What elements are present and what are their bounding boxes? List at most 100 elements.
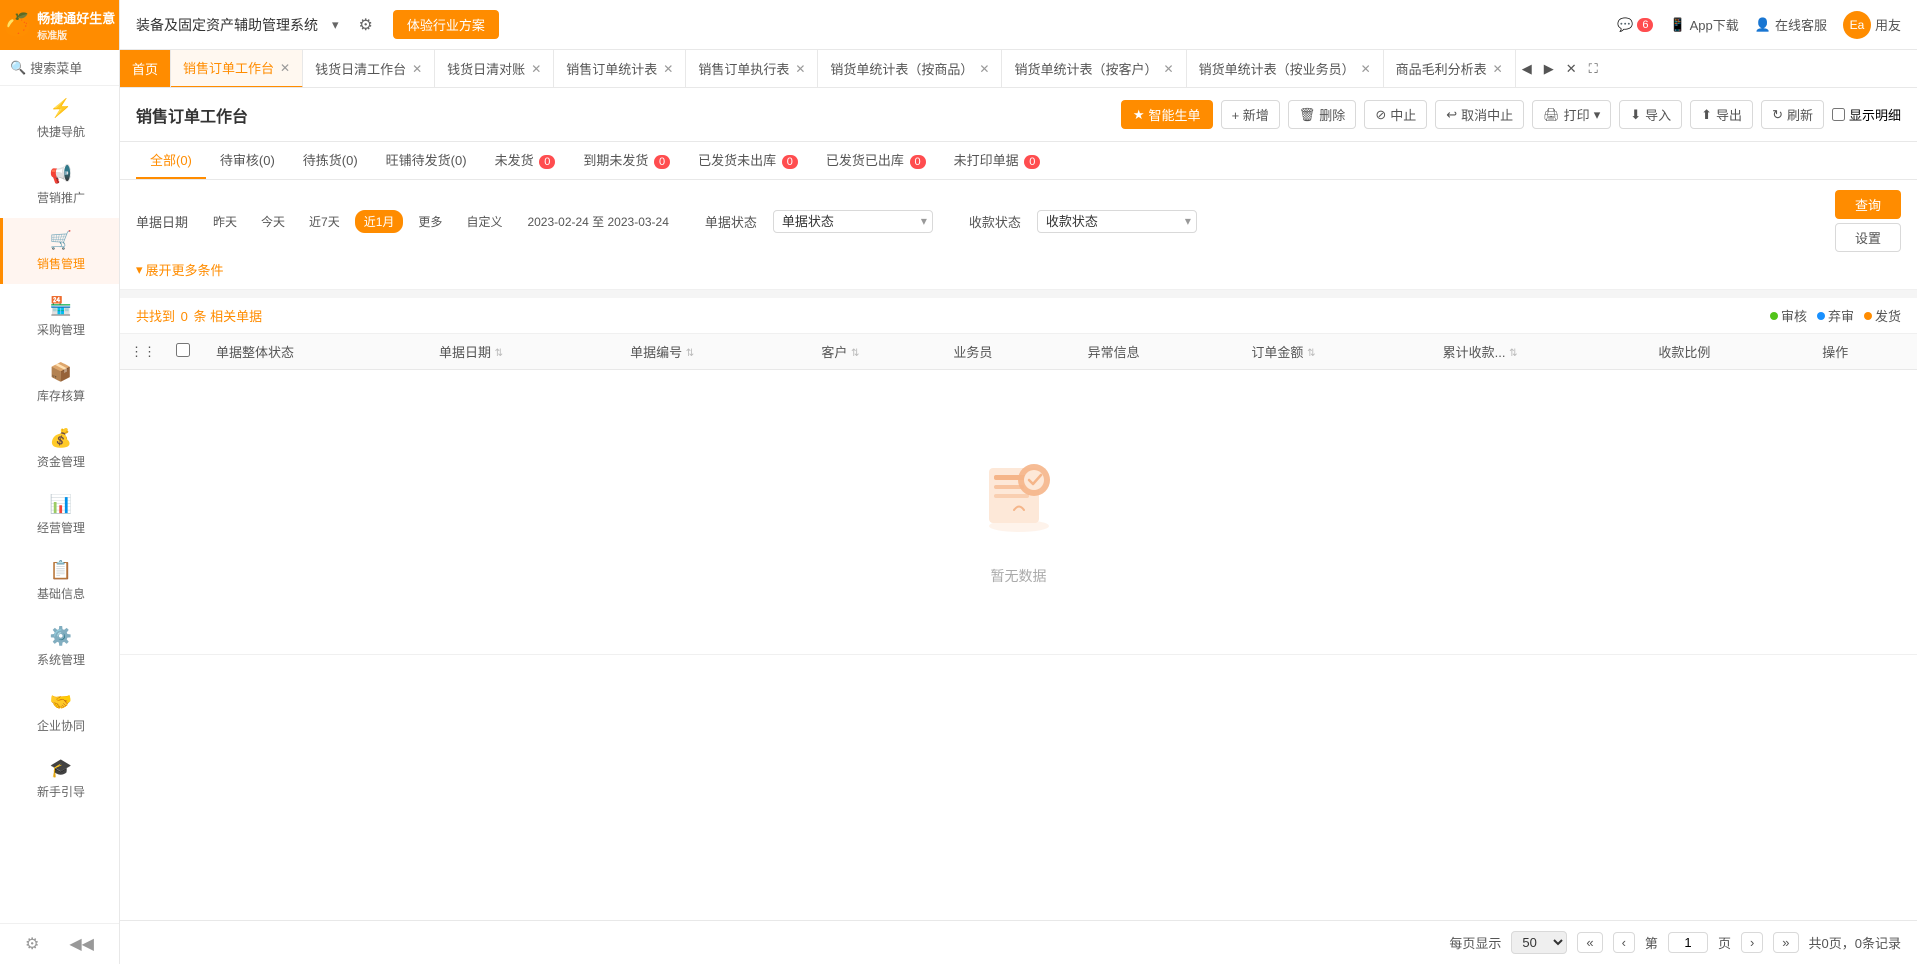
delete-button[interactable]: 🗑 删除 — [1288, 100, 1357, 129]
sub-tab-pending-review[interactable]: 待审核(0) — [206, 142, 289, 179]
tab-nav-next[interactable]: ▶ — [1538, 50, 1560, 88]
message-center[interactable]: 💬 6 — [1617, 17, 1653, 33]
col-staff[interactable]: 业务员 — [943, 334, 1077, 370]
tab-sales-summary-staff[interactable]: 销货单统计表（按业务员） ✕ — [1187, 50, 1384, 88]
expand-more-button[interactable]: ▾ 展开更多条件 — [136, 260, 224, 279]
tab-cash-reconcile[interactable]: 钱货日清对账 ✕ — [435, 50, 554, 88]
tab-sales-exec[interactable]: 销售订单执行表 ✕ — [686, 50, 818, 88]
cash-daily-tab-close[interactable]: ✕ — [412, 62, 422, 76]
cancel-suspend-button[interactable]: ↩ 取消中止 — [1435, 100, 1524, 129]
sales-summary-product-tab-close[interactable]: ✕ — [979, 62, 989, 76]
show-detail-toggle[interactable]: 显示明细 — [1832, 105, 1901, 124]
sales-order-tab-close[interactable]: ✕ — [280, 61, 290, 75]
tab-home[interactable]: 首页 — [120, 50, 171, 88]
sidebar-item-system[interactable]: ⚙️ 系统管理 — [0, 614, 119, 680]
suspend-button[interactable]: ⊘ 中止 — [1364, 100, 1427, 129]
prev-page-button[interactable]: ‹ — [1613, 932, 1635, 953]
refresh-button[interactable]: ↻ 刷新 — [1761, 100, 1824, 129]
payment-select[interactable]: 收款状态 — [1037, 210, 1197, 233]
col-number[interactable]: 单据编号 ⇅ — [620, 334, 811, 370]
sub-tab-pending-pickup[interactable]: 待拣货(0) — [289, 142, 372, 179]
sub-tab-not-printed[interactable]: 未打印单据 0 — [940, 142, 1055, 179]
import-button[interactable]: ⬇ 导入 — [1619, 100, 1682, 129]
sidebar-item-sales[interactable]: 🛒 销售管理 — [0, 218, 119, 284]
col-customer-sort[interactable]: ⇅ — [851, 348, 859, 359]
tab-sales-summary-customer[interactable]: 销货单统计表（按客户） ✕ — [1002, 50, 1186, 88]
status-select[interactable]: 单据状态 — [773, 210, 933, 233]
topbar-dropdown-icon[interactable]: ▾ — [332, 17, 339, 33]
tab-cash-daily[interactable]: 钱货日清工作台 ✕ — [303, 50, 435, 88]
col-amount[interactable]: 订单金额 ⇅ — [1241, 334, 1432, 370]
topbar-settings-icon[interactable]: ⚙ — [359, 15, 373, 35]
sub-tab-all[interactable]: 全部(0) — [136, 142, 206, 179]
online-service[interactable]: 👤 在线客服 — [1755, 15, 1827, 34]
sidebar-item-operations[interactable]: 📊 经营管理 — [0, 482, 119, 548]
export-button[interactable]: ⬆ 导出 — [1690, 100, 1753, 129]
col-date-sort[interactable]: ⇅ — [495, 348, 503, 359]
table-area: 共找到 0 条 相关单据 审核 弃审 发货 — [120, 298, 1917, 920]
app-download[interactable]: 📱 App下载 — [1669, 15, 1738, 34]
smart-create-button[interactable]: ★ 智能生单 — [1121, 100, 1213, 129]
sidebar-item-basic[interactable]: 📋 基础信息 — [0, 548, 119, 614]
tab-nav-prev[interactable]: ◀ — [1516, 50, 1538, 88]
date-btn-custom[interactable]: 自定义 — [457, 210, 511, 233]
last-page-button[interactable]: » — [1773, 932, 1798, 953]
date-btn-more[interactable]: 更多 — [409, 210, 451, 233]
sidebar-item-inventory[interactable]: 📦 库存核算 — [0, 350, 119, 416]
sales-summary-customer-tab-close[interactable]: ✕ — [1164, 62, 1174, 76]
col-number-sort[interactable]: ⇅ — [686, 348, 694, 359]
review-action[interactable]: 审核 — [1770, 306, 1807, 325]
sales-stats-tab-close[interactable]: ✕ — [663, 62, 673, 76]
show-detail-checkbox[interactable] — [1832, 108, 1845, 121]
first-page-button[interactable]: « — [1577, 932, 1602, 953]
sub-tab-shipped-out[interactable]: 已发货已出库 0 — [812, 142, 940, 179]
select-all-checkbox[interactable] — [176, 343, 190, 357]
user-info[interactable]: Ea 用友 — [1843, 11, 1901, 39]
settings-icon[interactable]: ⚙ — [25, 934, 39, 954]
sidebar-item-quick-nav[interactable]: ⚡ 快捷导航 — [0, 86, 119, 152]
col-collected-sort[interactable]: ⇅ — [1509, 348, 1517, 359]
ship-action[interactable]: 发货 — [1864, 306, 1901, 325]
sub-tab-shipped-not-out[interactable]: 已发货未出库 0 — [684, 142, 812, 179]
sidebar-search[interactable]: 🔍 搜索菜单 — [0, 50, 119, 86]
col-customer[interactable]: 客户 ⇅ — [811, 334, 943, 370]
sales-exec-tab-close[interactable]: ✕ — [795, 62, 805, 76]
sales-summary-staff-tab-close[interactable]: ✕ — [1361, 62, 1371, 76]
tab-close-all[interactable]: ✕ — [1560, 50, 1583, 88]
date-btn-today[interactable]: 今天 — [252, 210, 294, 233]
cancel-review-action[interactable]: 弃审 — [1817, 306, 1854, 325]
add-button[interactable]: + 新增 — [1221, 100, 1280, 129]
sidebar-item-guide[interactable]: 🎓 新手引导 — [0, 746, 119, 812]
overdue-badge: 0 — [654, 155, 670, 169]
sub-tab-not-shipped[interactable]: 未发货 0 — [481, 142, 570, 179]
query-button[interactable]: 查询 — [1835, 190, 1901, 219]
page-input[interactable] — [1668, 932, 1708, 953]
tab-fullscreen[interactable]: ⛶ — [1583, 50, 1604, 88]
date-btn-yesterday[interactable]: 昨天 — [204, 210, 246, 233]
tab-sales-order[interactable]: 销售订单工作台 ✕ — [171, 50, 303, 88]
print-button[interactable]: 🖨 打印 ▾ — [1532, 100, 1611, 129]
sidebar-item-finance[interactable]: 💰 资金管理 — [0, 416, 119, 482]
date-btn-7days[interactable]: 近7天 — [300, 210, 349, 233]
product-margin-tab-close[interactable]: ✕ — [1493, 62, 1503, 76]
collapse-icon[interactable]: ◀◀ — [69, 934, 94, 954]
sidebar-item-purchase[interactable]: 🏪 采购管理 — [0, 284, 119, 350]
tab-sales-stats[interactable]: 销售订单统计表 ✕ — [554, 50, 686, 88]
cash-reconcile-tab-close[interactable]: ✕ — [531, 62, 541, 76]
sidebar-item-marketing[interactable]: 📢 营销推广 — [0, 152, 119, 218]
industry-solution-button[interactable]: 体验行业方案 — [393, 10, 499, 39]
tab-product-margin[interactable]: 商品毛利分析表 ✕ — [1384, 50, 1516, 88]
tab-sales-summary-product[interactable]: 销货单统计表（按商品） ✕ — [818, 50, 1002, 88]
filter-date-buttons: 昨天 今天 近7天 近1月 更多 自定义 — [204, 210, 511, 233]
col-checkbox[interactable] — [166, 334, 206, 370]
set-button[interactable]: 设置 — [1835, 223, 1901, 252]
per-page-select[interactable]: 50 10 20 100 — [1511, 931, 1567, 954]
col-collected[interactable]: 累计收款... ⇅ — [1433, 334, 1649, 370]
sidebar-item-enterprise[interactable]: 🤝 企业协同 — [0, 680, 119, 746]
sub-tab-wangpu[interactable]: 旺铺待发货(0) — [372, 142, 481, 179]
next-page-button[interactable]: › — [1741, 932, 1763, 953]
date-btn-1month[interactable]: 近1月 — [355, 210, 404, 233]
col-amount-sort[interactable]: ⇅ — [1307, 348, 1315, 359]
col-date[interactable]: 单据日期 ⇅ — [429, 334, 620, 370]
sub-tab-overdue-unshipped[interactable]: 到期未发货 0 — [569, 142, 684, 179]
